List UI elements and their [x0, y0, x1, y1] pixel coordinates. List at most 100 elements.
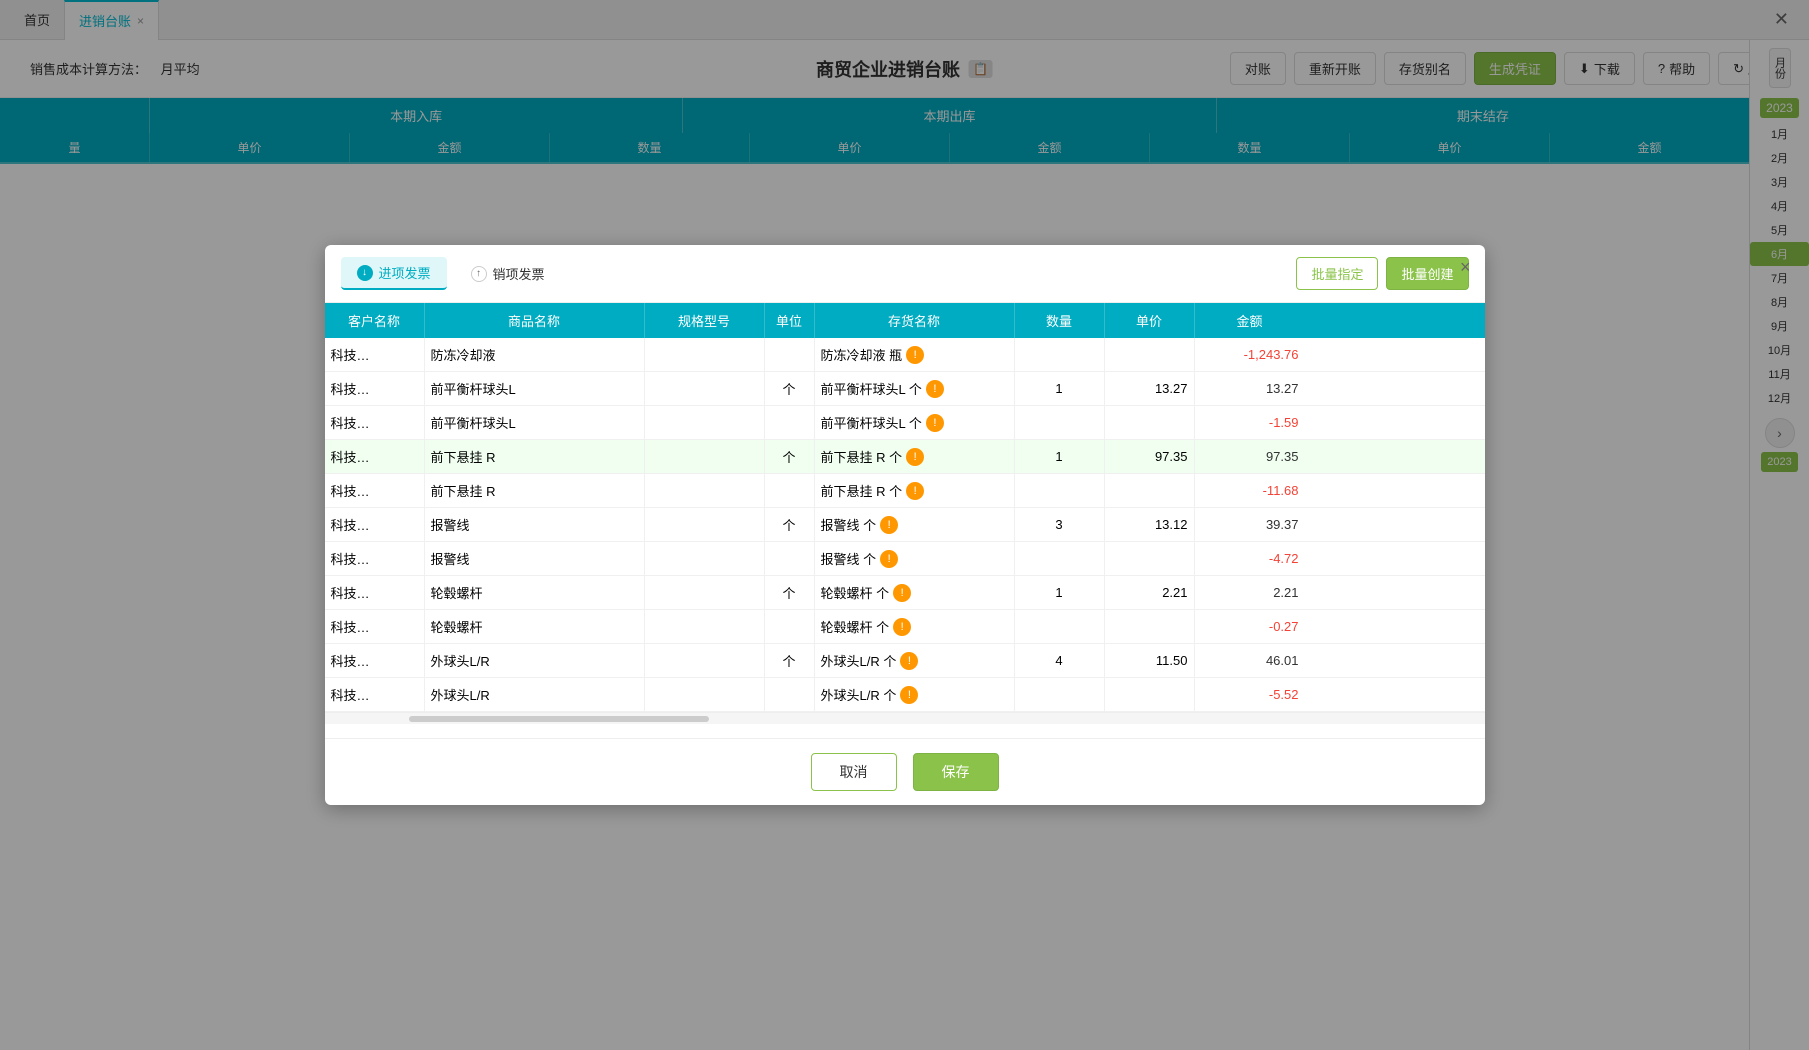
th-qty: 数量 — [1015, 303, 1105, 338]
batch-assign-button[interactable]: 批量指定 — [1296, 257, 1378, 290]
td-stock: 轮毂螺杆 个 ! — [815, 576, 1015, 609]
table-row[interactable]: 科技… 报警线 报警线 个 ! -4.72 — [325, 542, 1485, 576]
td-customer: 科技… — [325, 338, 425, 371]
td-product: 前平衡杆球头L — [425, 406, 645, 439]
td-spec — [645, 576, 765, 609]
td-unit-price: 2.21 — [1105, 576, 1195, 609]
td-amount: 13.27 — [1195, 372, 1305, 405]
td-qty: 1 — [1015, 372, 1105, 405]
modal-table: 客户名称 商品名称 规格型号 单位 存货名称 数量 单价 金额 科技… 防冻冷却… — [325, 303, 1485, 738]
warn-icon: ! — [880, 550, 898, 568]
save-button[interactable]: 保存 — [913, 753, 999, 791]
td-stock: 前下悬挂 R 个 ! — [815, 440, 1015, 473]
td-product: 报警线 — [425, 542, 645, 575]
td-unit: 个 — [765, 440, 815, 473]
cancel-button[interactable]: 取消 — [811, 753, 897, 791]
td-unit-price — [1105, 338, 1195, 371]
td-stock: 轮毂螺杆 个 ! — [815, 610, 1015, 643]
td-spec — [645, 542, 765, 575]
td-product: 前平衡杆球头L — [425, 372, 645, 405]
warn-icon: ! — [906, 448, 924, 466]
th-unit-price: 单价 — [1105, 303, 1195, 338]
td-unit-price — [1105, 678, 1195, 711]
td-unit-price: 13.12 — [1105, 508, 1195, 541]
td-qty: 4 — [1015, 644, 1105, 677]
td-amount: -1,243.76 — [1195, 338, 1305, 371]
td-unit — [765, 338, 815, 371]
td-spec — [645, 678, 765, 711]
td-amount: -1.59 — [1195, 406, 1305, 439]
table-row[interactable]: 科技… 轮毂螺杆 个 轮毂螺杆 个 ! 1 2.21 2.21 — [325, 576, 1485, 610]
td-stock: 外球头L/R 个 ! — [815, 678, 1015, 711]
td-unit-price: 13.27 — [1105, 372, 1195, 405]
scroll-thumb — [409, 716, 709, 722]
td-spec — [645, 440, 765, 473]
td-unit-price: 11.50 — [1105, 644, 1195, 677]
td-customer: 科技… — [325, 644, 425, 677]
td-spec — [645, 644, 765, 677]
td-product: 前下悬挂 R — [425, 440, 645, 473]
td-unit-price — [1105, 610, 1195, 643]
table-row[interactable]: 科技… 前下悬挂 R 个 前下悬挂 R 个 ! 1 97.35 97.35 — [325, 440, 1485, 474]
modal-header: ↓ 进项发票 ↑ 销项发票 批量指定 批量创建 × — [325, 245, 1485, 303]
table-row[interactable]: 科技… 外球头L/R 个 外球头L/R 个 ! 4 11.50 46.01 — [325, 644, 1485, 678]
td-product: 防冻冷却液 — [425, 338, 645, 371]
modal-tab-in[interactable]: ↓ 进项发票 — [341, 257, 447, 290]
table-scroll-bar[interactable] — [325, 712, 1485, 724]
td-unit — [765, 678, 815, 711]
table-row[interactable]: 科技… 前下悬挂 R 前下悬挂 R 个 ! -11.68 — [325, 474, 1485, 508]
table-row[interactable]: 科技… 报警线 个 报警线 个 ! 3 13.12 39.37 — [325, 508, 1485, 542]
td-qty — [1015, 678, 1105, 711]
warn-icon: ! — [893, 618, 911, 636]
td-unit-price: 97.35 — [1105, 440, 1195, 473]
modal-close-button[interactable]: × — [1460, 257, 1471, 278]
tab-out-label: 销项发票 — [493, 264, 545, 283]
td-product: 轮毂螺杆 — [425, 610, 645, 643]
td-amount: -5.52 — [1195, 678, 1305, 711]
td-customer: 科技… — [325, 576, 425, 609]
table-row[interactable]: 科技… 外球头L/R 外球头L/R 个 ! -5.52 — [325, 678, 1485, 712]
modal: ↓ 进项发票 ↑ 销项发票 批量指定 批量创建 × 客户名称 商品名称 — [325, 245, 1485, 805]
td-unit: 个 — [765, 576, 815, 609]
warn-icon: ! — [880, 516, 898, 534]
table-row[interactable]: 科技… 轮毂螺杆 轮毂螺杆 个 ! -0.27 — [325, 610, 1485, 644]
td-amount: 97.35 — [1195, 440, 1305, 473]
td-product: 外球头L/R — [425, 678, 645, 711]
td-unit: 个 — [765, 372, 815, 405]
modal-footer: 取消 保存 — [325, 738, 1485, 805]
th-spec: 规格型号 — [645, 303, 765, 338]
td-product: 报警线 — [425, 508, 645, 541]
td-customer: 科技… — [325, 474, 425, 507]
th-amount: 金额 — [1195, 303, 1305, 338]
table-body: 科技… 防冻冷却液 防冻冷却液 瓶 ! -1,243.76 — [325, 338, 1485, 712]
td-amount: -0.27 — [1195, 610, 1305, 643]
td-qty — [1015, 338, 1105, 371]
td-unit: 个 — [765, 508, 815, 541]
td-stock: 前平衡杆球头L 个 ! — [815, 406, 1015, 439]
th-unit: 单位 — [765, 303, 815, 338]
td-unit — [765, 610, 815, 643]
td-stock: 前平衡杆球头L 个 ! — [815, 372, 1015, 405]
modal-overlay: ↓ 进项发票 ↑ 销项发票 批量指定 批量创建 × 客户名称 商品名称 — [0, 0, 1809, 1050]
batch-create-button[interactable]: 批量创建 — [1386, 257, 1468, 290]
td-amount: 46.01 — [1195, 644, 1305, 677]
table-row[interactable]: 科技… 前平衡杆球头L 个 前平衡杆球头L 个 ! 1 13.27 13.27 — [325, 372, 1485, 406]
warn-icon: ! — [906, 346, 924, 364]
td-stock: 报警线 个 ! — [815, 508, 1015, 541]
tab-in-label: 进项发票 — [379, 263, 431, 282]
warn-icon: ! — [900, 686, 918, 704]
warn-icon: ! — [926, 414, 944, 432]
td-qty — [1015, 610, 1105, 643]
td-qty: 1 — [1015, 576, 1105, 609]
td-unit — [765, 406, 815, 439]
td-unit-price — [1105, 474, 1195, 507]
td-unit — [765, 474, 815, 507]
td-unit-price — [1105, 406, 1195, 439]
modal-tab-out[interactable]: ↑ 销项发票 — [455, 258, 561, 289]
table-row[interactable]: 科技… 前平衡杆球头L 前平衡杆球头L 个 ! -1.59 — [325, 406, 1485, 440]
table-row[interactable]: 科技… 防冻冷却液 防冻冷却液 瓶 ! -1,243.76 — [325, 338, 1485, 372]
td-amount: -11.68 — [1195, 474, 1305, 507]
td-stock: 前下悬挂 R 个 ! — [815, 474, 1015, 507]
td-product: 外球头L/R — [425, 644, 645, 677]
warn-icon: ! — [893, 584, 911, 602]
